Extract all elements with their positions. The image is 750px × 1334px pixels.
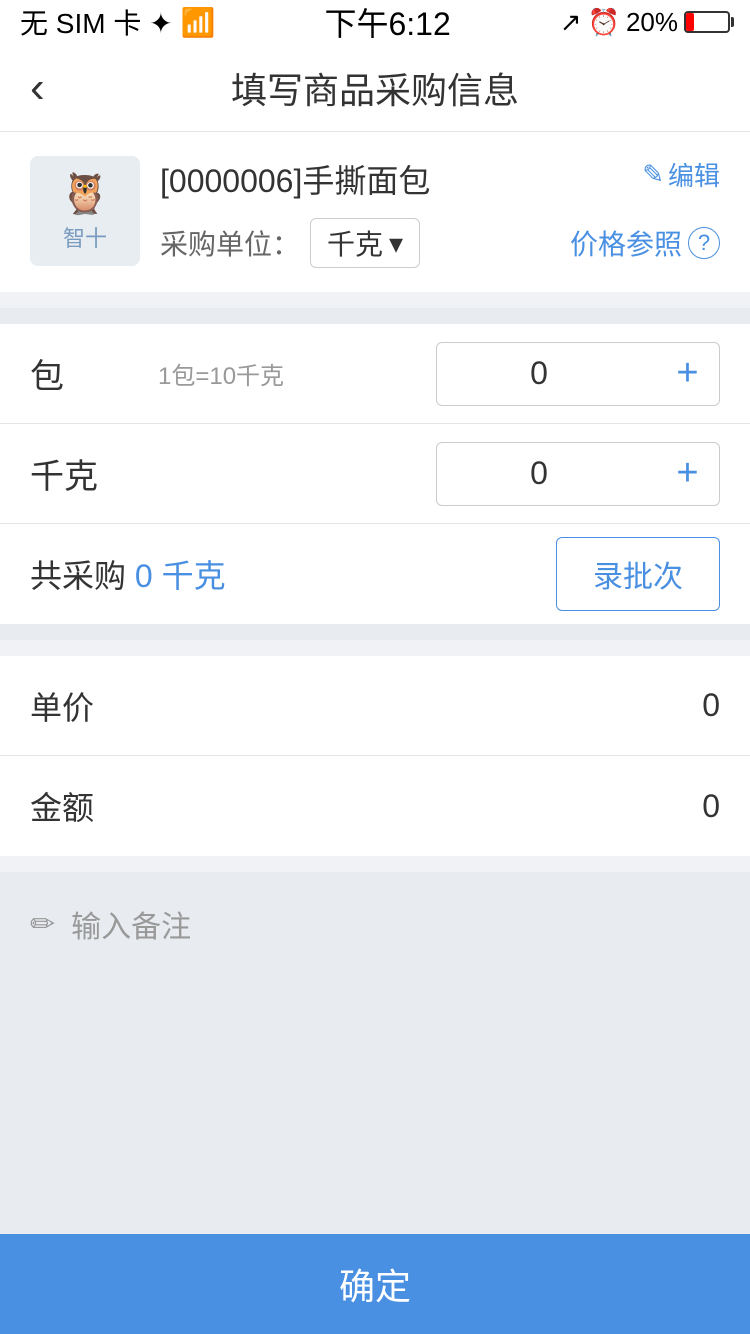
amount-row: 金额 0 [0, 756, 750, 856]
purchase-unit-section: 采购单位： 千克 ▾ [160, 218, 420, 268]
product-thumb-icon: 🦉 [60, 170, 110, 217]
nav-bar: ‹ 填写商品采购信息 [0, 44, 750, 132]
purchase-unit-label: 采购单位： [160, 223, 300, 263]
product-thumbnail: 🦉 智十 [30, 156, 140, 266]
record-batch-button[interactable]: 录批次 [556, 537, 720, 611]
quantity-plus-bao[interactable]: + [656, 342, 720, 406]
product-card: 🦉 智十 [0000006]手撕面包 ✎ 编辑 采购单位： 千克 ▾ 价格参照 [0, 132, 750, 292]
price-reference[interactable]: 价格参照 ? [570, 223, 720, 263]
unit-price-row: 单价 0 [0, 656, 750, 756]
battery-percent: 20% [626, 7, 678, 38]
quantity-input-wrap-kg: + [150, 442, 720, 506]
battery-icon [684, 11, 730, 33]
summary-row: 共采购 0 千克 录批次 [0, 524, 750, 624]
product-thumb-label: 智十 [63, 221, 107, 253]
quantity-row-kg: 千克 + [0, 424, 750, 524]
quantity-label-bao: 包 [30, 349, 150, 398]
alarm-icon: ⏰ [588, 7, 620, 38]
unit-value: 千克 [327, 223, 383, 263]
summary-unit: 千克 [162, 558, 226, 594]
product-title: 手撕面包 [302, 163, 430, 199]
location-icon: ↗ [560, 7, 582, 38]
divider-1 [0, 308, 750, 324]
quantity-sublabel-bao: 1包=10千克 [158, 356, 284, 391]
unit-price-label: 单价 [30, 683, 94, 729]
pencil-icon: ✏ [30, 907, 55, 942]
price-ref-question-icon: ? [688, 227, 720, 259]
quantity-section: 包 1包=10千克 + 千克 + [0, 324, 750, 524]
status-right: ↗ ⏰ 20% [560, 7, 730, 38]
notes-section[interactable]: ✏ 输入备注 [0, 872, 750, 976]
bottom-area [0, 976, 750, 1276]
notes-placeholder: 输入备注 [71, 902, 191, 946]
unit-dropdown[interactable]: 千克 ▾ [310, 218, 420, 268]
edit-icon: ✎ [642, 159, 664, 190]
status-left: 无 SIM 卡 ✦ 📶 [20, 2, 215, 42]
amount-label: 金额 [30, 783, 94, 829]
quantity-row-bao: 包 1包=10千克 + [0, 324, 750, 424]
edit-button[interactable]: ✎ 编辑 [642, 156, 720, 193]
product-name: [0000006]手撕面包 [160, 156, 430, 202]
product-info: [0000006]手撕面包 ✎ 编辑 采购单位： 千克 ▾ 价格参照 ? [160, 156, 720, 268]
divider-2 [0, 624, 750, 640]
quantity-input-bao[interactable] [436, 342, 656, 406]
quantity-plus-kg[interactable]: + [656, 442, 720, 506]
status-time: 下午6:12 [324, 0, 450, 45]
status-bar: 无 SIM 卡 ✦ 📶 下午6:12 ↗ ⏰ 20% [0, 0, 750, 44]
amount-value: 0 [702, 788, 720, 825]
quantity-input-wrap-bao: + [284, 342, 720, 406]
edit-label: 编辑 [668, 156, 720, 193]
sim-label: 无 SIM 卡 ✦ [20, 2, 173, 42]
price-section: 单价 0 金额 0 [0, 656, 750, 856]
summary-amount: 0 [135, 558, 153, 594]
page-title: 填写商品采购信息 [231, 62, 519, 114]
unit-price-value: 0 [702, 687, 720, 724]
quantity-input-kg[interactable] [436, 442, 656, 506]
summary-text: 共采购 0 千克 [30, 551, 226, 597]
price-ref-label: 价格参照 [570, 223, 682, 263]
wifi-icon: 📶 [181, 6, 216, 39]
confirm-button[interactable]: 确定 [0, 1234, 750, 1334]
back-button[interactable]: ‹ [30, 66, 45, 110]
quantity-label-kg: 千克 [30, 449, 150, 498]
product-code: [0000006] [160, 163, 302, 199]
chevron-down-icon: ▾ [389, 227, 403, 260]
